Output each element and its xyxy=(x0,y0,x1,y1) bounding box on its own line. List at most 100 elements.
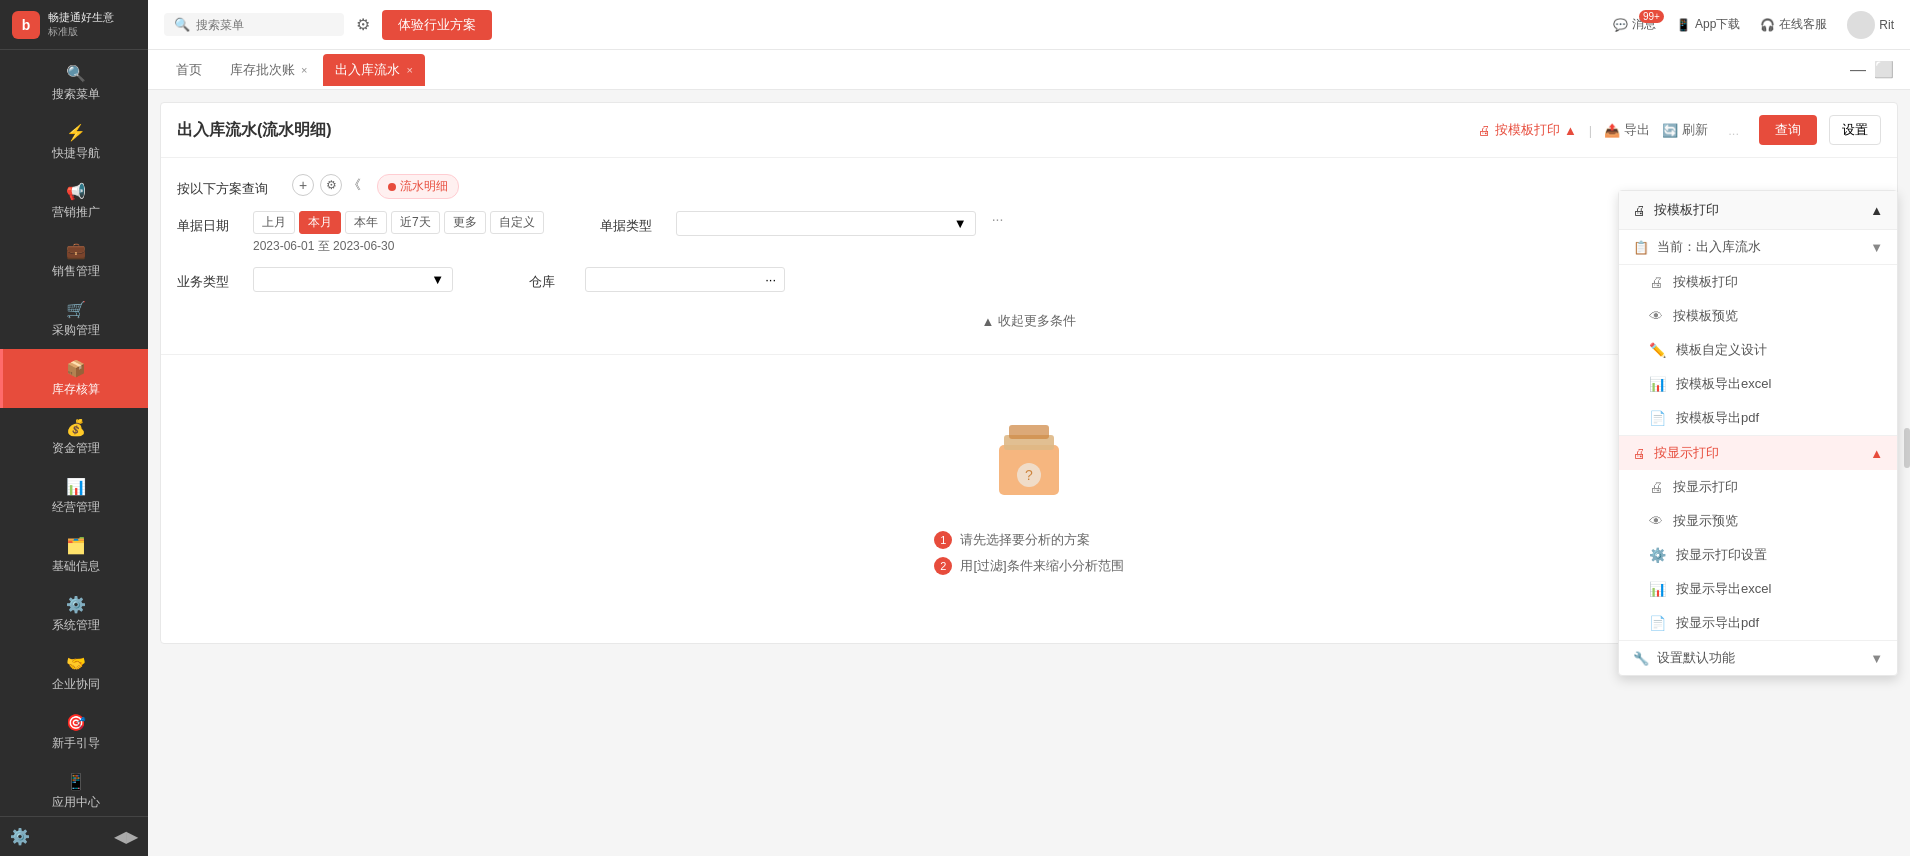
empty-step-2: 2 用[过滤]条件来缩小分析范围 xyxy=(934,557,1123,575)
message-button[interactable]: 💬 消息 99+ xyxy=(1613,16,1656,33)
export-button[interactable]: 📤 导出 xyxy=(1604,121,1650,139)
tab-minimize-button[interactable]: — xyxy=(1850,60,1866,79)
online-service-button[interactable]: 🎧 在线客服 xyxy=(1760,16,1827,33)
scrollbar-thumb[interactable] xyxy=(1904,428,1910,468)
template-excel-item[interactable]: 📊 按模板导出excel xyxy=(1619,367,1897,401)
date-7days[interactable]: 近7天 xyxy=(391,211,440,234)
business-chevron-icon: ▼ xyxy=(431,272,444,287)
date-custom[interactable]: 自定义 xyxy=(490,211,544,234)
business-type-select[interactable]: ▼ xyxy=(253,267,453,292)
date-range-display: 2023-06-01 至 2023-06-30 xyxy=(253,238,544,255)
dropdown-header: 🖨 按模板打印 ▲ xyxy=(1619,191,1897,230)
content-area: 出入库流水(流水明细) 🖨 按模板打印 ▲ | 📤 导出 🔄 刷新 xyxy=(148,90,1910,856)
refresh-icon: 🔄 xyxy=(1662,123,1678,138)
template-print-item[interactable]: 🖨 按模板打印 xyxy=(1619,265,1897,299)
empty-step-1: 1 请先选择要分析的方案 xyxy=(934,531,1123,549)
sidebar-item-collab[interactable]: 🤝 企业协同 xyxy=(0,644,148,703)
chevron-down-icon: ▼ xyxy=(954,216,967,231)
sidebar-item-apps[interactable]: 📱 应用中心 xyxy=(0,762,148,816)
warehouse-select[interactable]: ··· xyxy=(585,267,785,292)
guide-icon: 🎯 xyxy=(66,713,86,732)
marketing-icon: 📢 xyxy=(66,182,86,201)
setting-button[interactable]: 设置 xyxy=(1829,115,1881,145)
flow-detail-tag[interactable]: 流水明细 xyxy=(377,174,459,199)
sidebar: b 畅捷通好生意 标准版 🔍 搜索菜单 ⚡ 快捷导航 📢 营销推广 💼 销售管理… xyxy=(0,0,148,856)
tab-flow-close[interactable]: × xyxy=(406,64,412,76)
settings-bottom-icon[interactable]: ⚙️ xyxy=(10,827,30,846)
empty-steps: 1 请先选择要分析的方案 2 用[过滤]条件来缩小分析范围 xyxy=(934,531,1123,583)
business-type-label: 业务类型 xyxy=(177,267,237,291)
sidebar-item-operation[interactable]: 📊 经营管理 xyxy=(0,467,148,526)
search-icon: 🔍 xyxy=(174,17,190,32)
tab-inventory-batch[interactable]: 库存批次账 × xyxy=(218,54,319,86)
sidebar-item-base[interactable]: 🗂️ 基础信息 xyxy=(0,526,148,585)
sidebar-bottom: ⚙️ ◀▶ xyxy=(0,816,148,856)
search-input[interactable] xyxy=(196,18,316,32)
date-last-month[interactable]: 上月 xyxy=(253,211,295,234)
query-button[interactable]: 查询 xyxy=(1759,115,1817,145)
template-custom-item[interactable]: ✏️ 模板自定义设计 xyxy=(1619,333,1897,367)
trial-button[interactable]: 体验行业方案 xyxy=(382,10,492,40)
sidebar-item-quick-nav[interactable]: ⚡ 快捷导航 xyxy=(0,113,148,172)
sidebar-item-sales[interactable]: 💼 销售管理 xyxy=(0,231,148,290)
template-print-icon: 🖨 xyxy=(1649,274,1663,290)
sidebar-item-finance[interactable]: 💰 资金管理 xyxy=(0,408,148,467)
sidebar-item-guide[interactable]: 🎯 新手引导 xyxy=(0,703,148,762)
chevron-down-current-icon[interactable]: ▼ xyxy=(1870,240,1883,255)
display-excel-icon: 📊 xyxy=(1649,581,1666,597)
display-excel-item[interactable]: 📊 按显示导出excel xyxy=(1619,572,1897,606)
inventory-icon: 📦 xyxy=(66,359,86,378)
chevron-up-display-icon: ▲ xyxy=(1870,446,1883,461)
page-header: 出入库流水(流水明细) 🖨 按模板打印 ▲ | 📤 导出 🔄 刷新 xyxy=(161,103,1897,158)
bill-type-select[interactable]: ▼ xyxy=(676,211,976,236)
sidebar-item-system[interactable]: ⚙️ 系统管理 xyxy=(0,585,148,644)
date-this-year[interactable]: 本年 xyxy=(345,211,387,234)
display-print-header[interactable]: 🖨 按显示打印 ▲ xyxy=(1619,436,1897,470)
tab-inventory-batch-close[interactable]: × xyxy=(301,64,307,76)
tab-home[interactable]: 首页 xyxy=(164,54,214,86)
chevron-up-panel-icon[interactable]: ▲ xyxy=(1870,203,1883,218)
tab-flow[interactable]: 出入库流水 × xyxy=(323,54,424,86)
printer-icon: 🖨 xyxy=(1478,123,1491,138)
user-avatar[interactable]: Rit xyxy=(1847,11,1894,39)
tabs-right-actions: — ⬜ xyxy=(1850,60,1894,79)
sidebar-item-inventory[interactable]: 📦 库存核算 xyxy=(0,349,148,408)
sales-icon: 💼 xyxy=(66,241,86,260)
app-download-button[interactable]: 📱 App下载 xyxy=(1676,16,1740,33)
sidebar-item-search[interactable]: 🔍 搜索菜单 xyxy=(0,54,148,113)
tab-maximize-button[interactable]: ⬜ xyxy=(1874,60,1894,79)
avatar-image xyxy=(1847,11,1875,39)
refresh-button[interactable]: 🔄 刷新 xyxy=(1662,121,1708,139)
bill-type-label: 单据类型 xyxy=(600,211,660,235)
template-pdf-item[interactable]: 📄 按模板导出pdf xyxy=(1619,401,1897,435)
display-print-setting-item[interactable]: ⚙️ 按显示打印设置 xyxy=(1619,538,1897,572)
sidebar-item-marketing[interactable]: 📢 营销推广 xyxy=(0,172,148,231)
display-print-item[interactable]: 🖨 按显示打印 xyxy=(1619,470,1897,504)
filter-collapse-arrow[interactable]: 《 xyxy=(348,176,361,194)
default-func-row[interactable]: 🔧 设置默认功能 ▼ xyxy=(1619,641,1897,675)
sidebar-nav: 🔍 搜索菜单 ⚡ 快捷导航 📢 营销推广 💼 销售管理 🛒 采购管理 📦 库存核… xyxy=(0,50,148,816)
date-this-month[interactable]: 本月 xyxy=(299,211,341,234)
system-icon: ⚙️ xyxy=(66,595,86,614)
display-pdf-item[interactable]: 📄 按显示导出pdf xyxy=(1619,606,1897,640)
sidebar-item-purchase[interactable]: 🛒 采购管理 xyxy=(0,290,148,349)
tabs-bar: 首页 库存批次账 × 出入库流水 × — ⬜ xyxy=(148,50,1910,90)
gear-icon[interactable]: ⚙ xyxy=(356,15,370,34)
warehouse-more-icon: ··· xyxy=(765,272,776,287)
filter-actions: + ⚙ 《 xyxy=(292,174,361,196)
display-preview-item[interactable]: 👁 按显示预览 xyxy=(1619,504,1897,538)
current-template-row: 📋 当前：出入库流水 ▼ xyxy=(1619,230,1897,265)
date-more[interactable]: 更多 xyxy=(444,211,486,234)
default-func-icon: 🔧 xyxy=(1633,651,1649,666)
template-print-button[interactable]: 🖨 按模板打印 ▲ xyxy=(1478,121,1577,139)
bill-type-more-icon[interactable]: ··· xyxy=(992,211,1004,227)
filter-by-label: 按以下方案查询 xyxy=(177,174,268,198)
search-box[interactable]: 🔍 xyxy=(164,13,344,36)
collapse-sidebar-icon[interactable]: ◀▶ xyxy=(114,827,138,846)
template-preview-item[interactable]: 👁 按模板预览 xyxy=(1619,299,1897,333)
app-logo-icon: b xyxy=(12,11,40,39)
chevron-up-icon: ▲ xyxy=(1564,123,1577,138)
filter-setting-button[interactable]: ⚙ xyxy=(320,174,342,196)
display-print-section: 🖨 按显示打印 ▲ 🖨 按显示打印 👁 按显示预览 ⚙️ 按显示打印设置 xyxy=(1619,436,1897,641)
filter-add-button[interactable]: + xyxy=(292,174,314,196)
